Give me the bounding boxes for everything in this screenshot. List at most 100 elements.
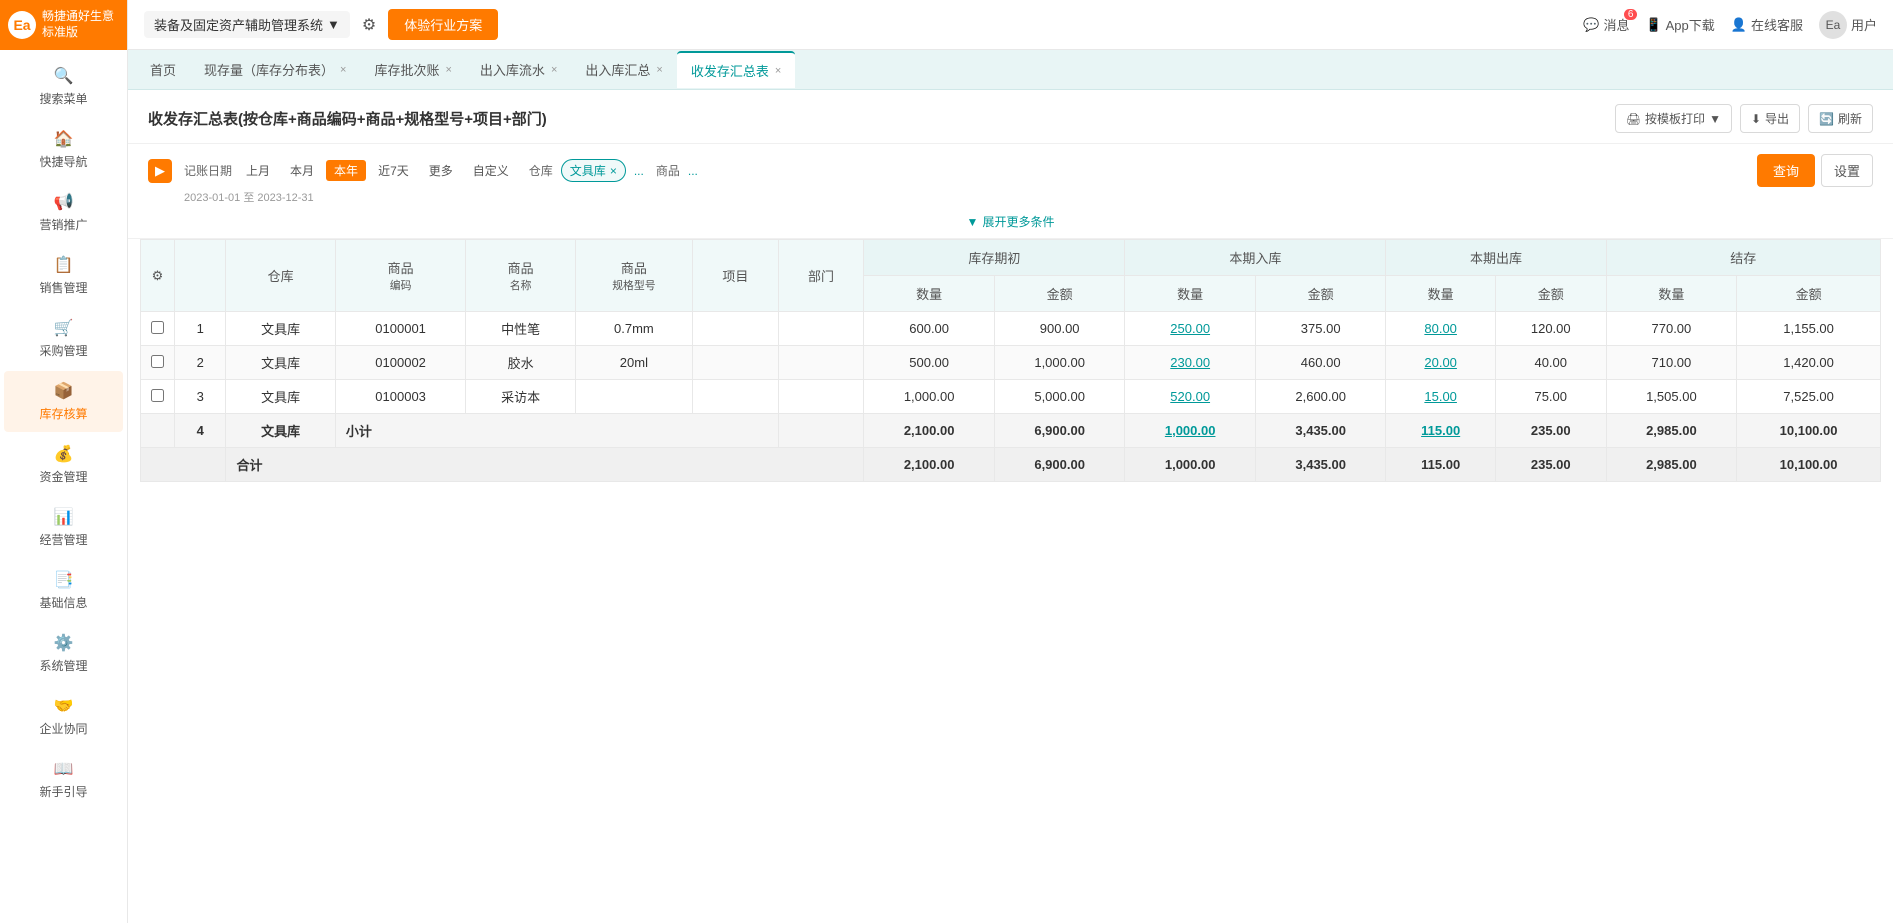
- sidebar-label-finance: 资金管理: [39, 468, 87, 485]
- user-item[interactable]: Ea 用户: [1819, 11, 1877, 39]
- sys-name-select[interactable]: 装备及固定资产辅助管理系统 ▼: [144, 11, 350, 38]
- print-icon: 🖨: [1626, 112, 1641, 126]
- tab-close-batch[interactable]: ×: [445, 64, 451, 76]
- cell-checkbox-2[interactable]: [141, 380, 175, 414]
- date-options: 上月 本月 本年 近7天 更多 自定义: [238, 160, 517, 181]
- row-checkbox-2[interactable]: [151, 389, 164, 402]
- cell-project-2: [693, 380, 779, 414]
- quick-icon: 🏠: [54, 129, 74, 149]
- tab-close-summary_in_out[interactable]: ×: [656, 64, 662, 76]
- date-opt-this-month[interactable]: 本月: [282, 160, 322, 181]
- sidebar-label-business: 经营管理: [39, 531, 87, 548]
- sidebar-label-search: 搜索菜单: [39, 90, 87, 107]
- goods-more-btn[interactable]: ...: [688, 164, 698, 178]
- warehouse-tag-text: 文具库: [570, 162, 606, 179]
- date-opt-more[interactable]: 更多: [421, 160, 461, 181]
- th-settings[interactable]: ⚙: [141, 240, 175, 312]
- cell-opening-amt-0: 900.00: [994, 312, 1125, 346]
- data-table-container: ⚙ 仓库 商品编码 商品名称 商品规格型号 项目 部门 库存期初 本期入库 本期…: [128, 239, 1893, 482]
- tab-stock_dist[interactable]: 现存量（库存分布表） ×: [190, 52, 360, 87]
- setting-btn[interactable]: 设置: [1821, 154, 1873, 187]
- tab-summary_in_out[interactable]: 出入库汇总 ×: [571, 52, 676, 87]
- sidebar-item-guide[interactable]: 📖新手引导: [4, 749, 123, 810]
- service-label: 在线客服: [1751, 15, 1803, 34]
- th-out-qty: 数量: [1386, 276, 1495, 312]
- export-btn[interactable]: ⬇ 导出: [1740, 104, 1800, 133]
- query-btn[interactable]: 查询: [1757, 154, 1815, 187]
- th-closing-qty: 数量: [1606, 276, 1737, 312]
- cell-out-qty-0[interactable]: 80.00: [1386, 312, 1495, 346]
- refresh-btn[interactable]: 🔄 刷新: [1808, 104, 1873, 133]
- date-opt-custom[interactable]: 自定义: [465, 160, 517, 181]
- online-service-item[interactable]: 👤 在线客服: [1731, 15, 1803, 34]
- app-download-item[interactable]: 📱 App下载: [1645, 15, 1714, 34]
- cell-checkbox-0[interactable]: [141, 312, 175, 346]
- cell-out-qty-2[interactable]: 15.00: [1386, 380, 1495, 414]
- business-icon: 📊: [54, 507, 74, 527]
- tab-close-recv_send[interactable]: ×: [775, 65, 781, 77]
- footer-label: 合计: [226, 448, 864, 482]
- date-opt-7days[interactable]: 近7天: [370, 160, 417, 181]
- sidebar-item-search[interactable]: 🔍 搜索菜单: [4, 56, 123, 117]
- settings-icon-topbar[interactable]: ⚙: [362, 15, 376, 35]
- data-table: ⚙ 仓库 商品编码 商品名称 商品规格型号 项目 部门 库存期初 本期入库 本期…: [140, 239, 1881, 482]
- sidebar-item-finance[interactable]: 💰资金管理: [4, 434, 123, 495]
- subtotal-in-amt: 3,435.00: [1255, 414, 1386, 448]
- cell-name-0: 中性笔: [466, 312, 575, 346]
- date-opt-this-year[interactable]: 本年: [326, 160, 366, 181]
- cell-closing-amt-0: 1,155.00: [1737, 312, 1881, 346]
- cell-project-1: [693, 346, 779, 380]
- tab-close-flow[interactable]: ×: [551, 64, 557, 76]
- message-badge: 6: [1624, 9, 1638, 20]
- warehouse-tag-close-btn[interactable]: ×: [610, 164, 617, 178]
- tab-label-summary_in_out: 出入库汇总: [585, 60, 650, 79]
- cell-in-qty-0[interactable]: 250.00: [1125, 312, 1256, 346]
- sidebar-item-corp[interactable]: 🤝企业协同: [4, 686, 123, 747]
- sidebar-item-marketing[interactable]: 📢营销推广: [4, 182, 123, 243]
- cell-in-qty-1[interactable]: 230.00: [1125, 346, 1256, 380]
- tab-close-stock_dist[interactable]: ×: [340, 64, 346, 76]
- goods-filter-section: 商品 ...: [656, 162, 698, 179]
- sidebar-item-business[interactable]: 📊 经营管理: [4, 497, 123, 558]
- guide-icon: 📖: [54, 759, 74, 779]
- sidebar-item-system[interactable]: ⚙️系统管理: [4, 623, 123, 684]
- sidebar-item-inventory[interactable]: 📦库存核算: [4, 371, 123, 432]
- date-range-display: 2023-01-01 至 2023-12-31: [148, 187, 1873, 209]
- cell-out-qty-1[interactable]: 20.00: [1386, 346, 1495, 380]
- cell-dept-1: [778, 346, 864, 380]
- cell-in-qty-2[interactable]: 520.00: [1125, 380, 1256, 414]
- th-closing-amt: 金额: [1737, 276, 1881, 312]
- row-checkbox-1[interactable]: [151, 355, 164, 368]
- subtotal-in-qty[interactable]: 1,000.00: [1125, 414, 1256, 448]
- row-checkbox-0[interactable]: [151, 321, 164, 334]
- sidebar-nav: 🔍 搜索菜单 🏠快捷导航📢营销推广📋销售管理🛒采购管理📦库存核算💰资金管理 📊 经营管理…: [0, 50, 127, 923]
- message-item[interactable]: 💬 消息 6: [1583, 15, 1629, 34]
- print-btn[interactable]: 🖨 按模板打印 ▼: [1615, 104, 1732, 133]
- th-spec: 商品规格型号: [575, 240, 692, 312]
- table-row: 3 文具库 0100003 采访本 1,000.00 5,000.00 520.…: [141, 380, 1881, 414]
- refresh-icon: 🔄: [1819, 112, 1834, 126]
- sidebar-item-sales[interactable]: 📋销售管理: [4, 245, 123, 306]
- sidebar-item-quick[interactable]: 🏠快捷导航: [4, 119, 123, 180]
- tab-batch[interactable]: 库存批次账×: [360, 52, 465, 87]
- cell-checkbox-1[interactable]: [141, 346, 175, 380]
- tab-home[interactable]: 首页: [136, 52, 190, 87]
- try-btn[interactable]: 体验行业方案: [388, 9, 498, 40]
- cell-code-2: 0100003: [335, 380, 466, 414]
- th-dept: 部门: [778, 240, 864, 312]
- footer-out-qty: 115.00: [1386, 448, 1495, 482]
- tab-recv_send[interactable]: 收发存汇总表 ×: [677, 51, 795, 88]
- tab-label-recv_send: 收发存汇总表: [691, 61, 769, 80]
- sidebar-item-purchase[interactable]: 🛒采购管理: [4, 308, 123, 369]
- subtotal-out-qty[interactable]: 115.00: [1386, 414, 1495, 448]
- service-icon: 👤: [1731, 17, 1747, 33]
- tab-flow[interactable]: 出入库流水×: [466, 52, 571, 87]
- sidebar-item-basic[interactable]: 📑基础信息: [4, 560, 123, 621]
- date-opt-last-month[interactable]: 上月: [238, 160, 278, 181]
- warehouse-more-btn[interactable]: ...: [634, 164, 644, 178]
- tab-label-stock_dist: 现存量（库存分布表）: [204, 60, 334, 79]
- filter-toggle-btn[interactable]: ▶: [148, 159, 172, 183]
- cell-name-1: 胶水: [466, 346, 575, 380]
- search-icon: 🔍: [54, 66, 74, 86]
- expand-conditions-btn[interactable]: ▼ 展开更多条件: [967, 213, 1055, 230]
